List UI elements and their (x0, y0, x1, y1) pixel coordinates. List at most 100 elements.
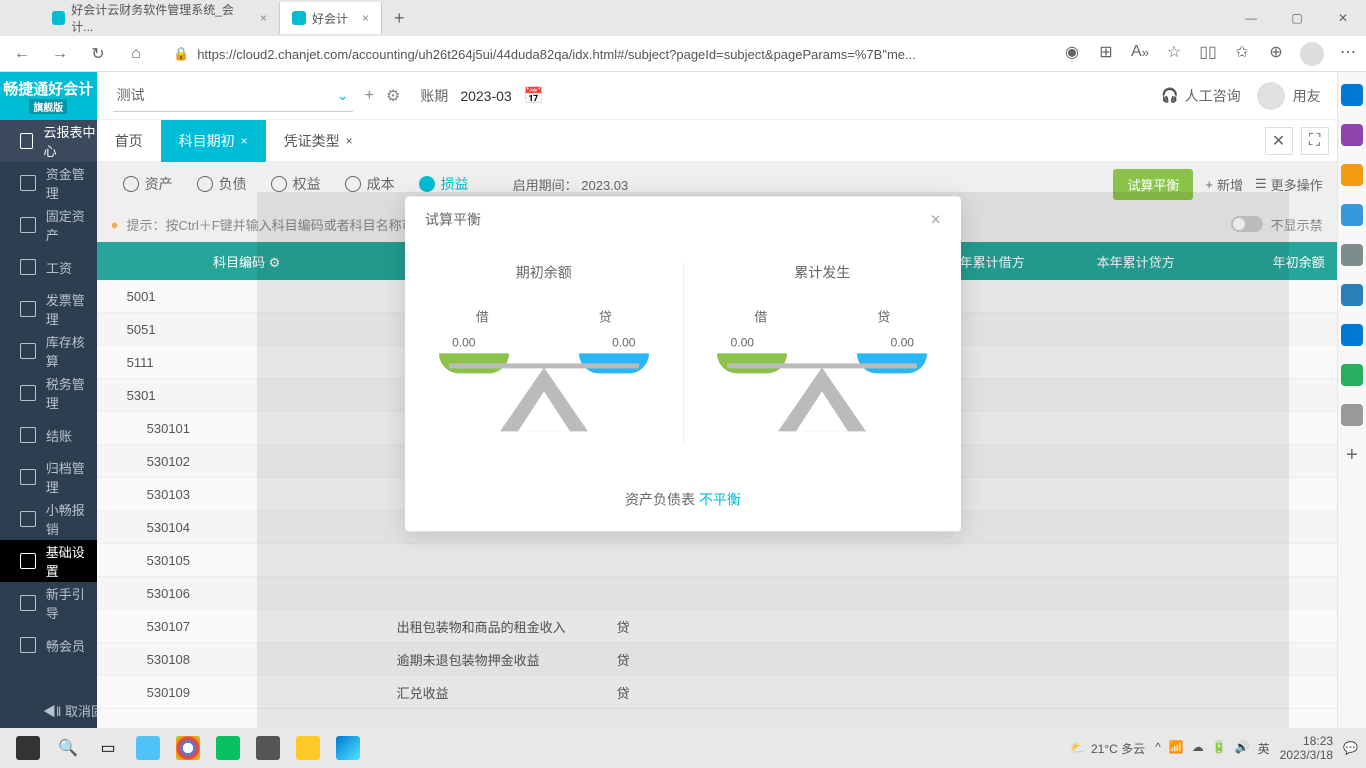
add-company-button[interactable]: + (365, 87, 374, 105)
sidebar-item-10[interactable]: 新手引导 (0, 582, 97, 624)
edge-sidebar-icon-0[interactable] (1341, 84, 1363, 106)
menu-icon (20, 175, 36, 191)
home-button[interactable]: ⌂ (122, 40, 150, 68)
sidebar-item-3[interactable]: 发票管理 (0, 288, 97, 330)
modal-close-button[interactable]: × (930, 209, 941, 230)
favorites-bar-icon[interactable]: ✩ (1232, 42, 1252, 62)
sidebar-item-4[interactable]: 库存核算 (0, 330, 97, 372)
sidebar-item-1[interactable]: 固定资产 (0, 204, 97, 246)
page-tab-1[interactable]: 科目期初× (161, 120, 266, 162)
more-actions-button[interactable]: ☰ 更多操作 (1255, 175, 1323, 194)
category-icon (197, 176, 213, 192)
notification-icon[interactable]: ◉ (1062, 42, 1082, 62)
new-tab-button[interactable]: + (382, 8, 417, 29)
close-icon[interactable]: × (260, 11, 267, 25)
page-tab-2[interactable]: 凭证类型× (266, 120, 371, 162)
chevron-up-icon[interactable]: ^ (1155, 740, 1161, 757)
edge-sidebar-icon-2[interactable] (1341, 164, 1363, 186)
extensions-icon[interactable]: ⊞ (1096, 42, 1116, 62)
taskbar-app[interactable] (128, 728, 168, 768)
minimize-button[interactable]: ― (1228, 0, 1274, 36)
ime-indicator[interactable]: 英 (1258, 740, 1270, 757)
system-tray[interactable]: ^ 📶 ☁ 🔋 🔊 英 (1155, 740, 1270, 757)
wifi-icon[interactable]: 📶 (1169, 740, 1184, 757)
tab-title: 好会计云财务软件管理系统_会计... (71, 1, 246, 35)
menu-icon[interactable]: ⋯ (1338, 42, 1358, 62)
imbalance-link[interactable]: 不平衡 (699, 491, 741, 507)
edge-sidebar-icon-1[interactable] (1341, 124, 1363, 146)
sidebar-item-7[interactable]: 归档管理 (0, 456, 97, 498)
taskbar-wechat[interactable] (208, 728, 248, 768)
company-select[interactable]: 测试 ⌄ (113, 80, 353, 112)
edge-sidebar-icon-5[interactable] (1341, 284, 1363, 306)
page-tab-0[interactable]: 首页 (97, 120, 161, 162)
favorite-icon[interactable]: ☆ (1164, 42, 1184, 62)
clock[interactable]: 18:23 2023/3/18 (1280, 734, 1333, 763)
chevron-down-icon: ⌄ (337, 87, 349, 104)
credit-label: 贷 (877, 306, 890, 325)
close-icon[interactable]: × (362, 11, 369, 25)
edge-sidebar-icon-3[interactable] (1341, 204, 1363, 226)
tab-bar: 好会计云财务软件管理系统_会计... × 好会计 × + ― ▢ ✕ (0, 0, 1366, 36)
category-0[interactable]: 资产 (111, 168, 185, 200)
profile-avatar[interactable] (1300, 42, 1324, 66)
panel-title: 期初余额 (516, 262, 572, 282)
category-label: 权益 (293, 174, 321, 194)
taskbar-edge[interactable] (328, 728, 368, 768)
edge-sidebar-icon-6[interactable] (1341, 324, 1363, 346)
category-icon (345, 176, 361, 192)
volume-icon[interactable]: 🔊 (1235, 740, 1250, 757)
sidebar-item-0[interactable]: 资金管理 (0, 162, 97, 204)
user-menu[interactable]: 用友 (1257, 82, 1321, 110)
menu-icon (20, 553, 36, 569)
notifications-button[interactable]: 💬 (1343, 741, 1358, 755)
lock-icon: 🔒 (173, 46, 189, 62)
sidebar-item-6[interactable]: 结账 (0, 414, 97, 456)
browser-tab-0[interactable]: 好会计云财务软件管理系统_会计... × (40, 2, 280, 34)
battery-icon[interactable]: 🔋 (1212, 740, 1227, 757)
sidebar-item-11[interactable]: 畅会员 (0, 624, 97, 666)
back-button[interactable]: ← (8, 40, 36, 68)
support-button[interactable]: 🎧 人工咨询 (1161, 86, 1240, 106)
cloud-icon[interactable]: ☁ (1192, 740, 1204, 757)
edge-sidebar-icon-8[interactable] (1341, 404, 1363, 426)
sidebar-item-reports[interactable]: 云报表中心 (0, 120, 97, 162)
credit-value: 0.00 (599, 335, 649, 349)
category-1[interactable]: 负债 (185, 168, 259, 200)
period-value[interactable]: 2023-03 (460, 88, 511, 104)
sidebar-item-9[interactable]: 基础设置 (0, 540, 97, 582)
taskbar-chrome[interactable] (168, 728, 208, 768)
settings-icon[interactable]: ⚙ (386, 86, 400, 106)
task-view-button[interactable]: ▭ (88, 728, 128, 768)
maximize-button[interactable]: ▢ (1274, 0, 1320, 36)
sidebar-item-5[interactable]: 税务管理 (0, 372, 97, 414)
taskbar-app2[interactable] (248, 728, 288, 768)
close-icon[interactable]: × (241, 134, 248, 148)
sidebar-item-2[interactable]: 工资 (0, 246, 97, 288)
split-icon[interactable]: ▯▯ (1198, 42, 1218, 62)
browser-tab-1[interactable]: 好会计 × (280, 2, 382, 34)
close-icon[interactable]: × (346, 134, 353, 148)
report-icon (20, 133, 33, 149)
url-field[interactable]: 🔒 https://cloud2.chanjet.com/accounting/… (160, 40, 1052, 68)
fullscreen-button[interactable]: ⛶ (1301, 127, 1329, 155)
weather-widget[interactable]: ⛅ 21°C 多云 (1070, 740, 1145, 757)
edge-sidebar-icon-4[interactable] (1341, 244, 1363, 266)
forward-button[interactable]: → (46, 40, 74, 68)
sidebar-item-label: 工资 (46, 258, 72, 277)
avatar (1257, 82, 1285, 110)
edge-add-button[interactable]: + (1346, 444, 1358, 467)
close-all-tabs-button[interactable]: ✕ (1265, 127, 1293, 155)
close-window-button[interactable]: ✕ (1320, 0, 1366, 36)
read-aloud-icon[interactable]: A» (1130, 42, 1150, 62)
taskbar-explorer[interactable] (288, 728, 328, 768)
edge-sidebar-icon-7[interactable] (1341, 364, 1363, 386)
collections-icon[interactable]: ⊕ (1266, 42, 1286, 62)
refresh-button[interactable]: ↻ (84, 40, 112, 68)
add-button[interactable]: + 新增 (1205, 175, 1243, 194)
calendar-icon[interactable]: 📅 (524, 86, 544, 106)
search-button[interactable]: 🔍 (48, 728, 88, 768)
start-button[interactable] (8, 728, 48, 768)
sidebar-item-8[interactable]: 小畅报销 (0, 498, 97, 540)
support-label: 人工咨询 (1185, 86, 1241, 106)
